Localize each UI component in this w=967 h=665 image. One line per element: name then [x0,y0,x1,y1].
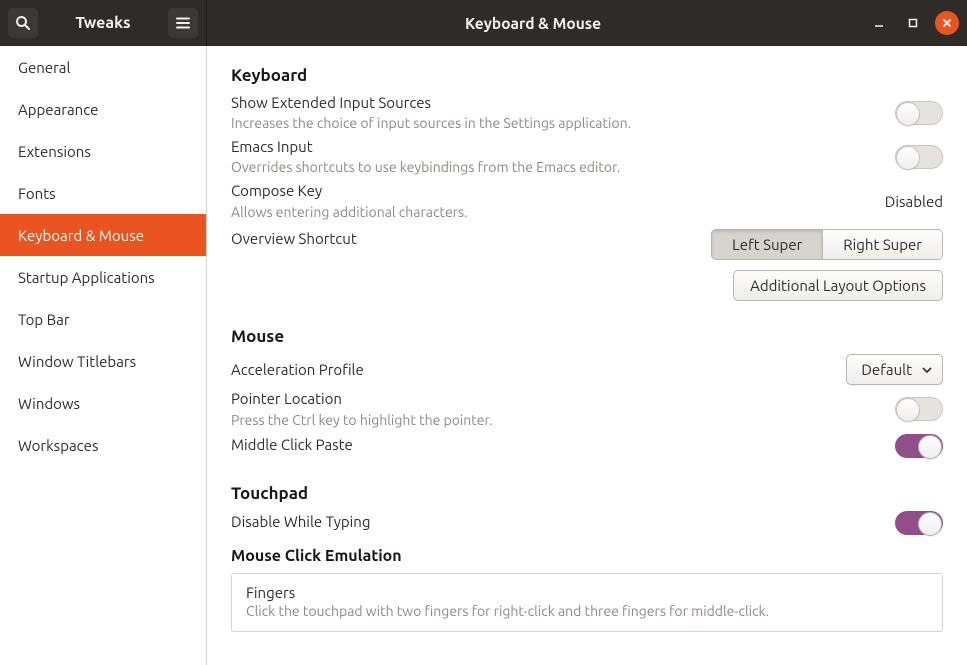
sidebar-item-fonts[interactable]: Fonts [0,172,206,214]
search-icon [15,15,31,31]
search-button[interactable] [8,8,38,38]
sidebar-item-label: Window Titlebars [18,353,136,370]
sidebar-item-startup-applications[interactable]: Startup Applications [0,256,206,298]
sidebar-item-general[interactable]: General [0,46,206,88]
sidebar-item-label: Appearance [18,101,98,118]
titlebar-left: Tweaks [0,0,207,46]
sidebar-item-label: Keyboard & Mouse [18,227,144,244]
additional-layout-options-button[interactable]: Additional Layout Options [733,270,943,301]
disable-while-typing-label: Disable While Typing [231,512,879,532]
app-title: Tweaks [46,14,160,32]
maximize-icon [907,17,919,29]
sidebar-item-extensions[interactable]: Extensions [0,130,206,172]
emulation-fingers-desc: Click the touchpad with two fingers for … [246,603,928,619]
extended-sources-desc: Increases the choice of input sources in… [231,114,879,133]
acceleration-profile-select[interactable]: Default [846,354,943,385]
sidebar-item-top-bar[interactable]: Top Bar [0,298,206,340]
hamburger-icon [176,17,190,29]
sidebar-item-label: Startup Applications [18,269,155,286]
mouse-click-emulation-heading: Mouse Click Emulation [231,547,943,565]
emacs-input-toggle[interactable] [895,145,943,169]
acceleration-profile-label: Acceleration Profile [231,360,830,380]
compose-key-desc: Allows entering additional characters. [231,203,869,222]
compose-key-value: Disabled [885,193,943,210]
extended-sources-toggle[interactable] [895,101,943,125]
pointer-location-label: Pointer Location [231,389,879,409]
disable-while-typing-toggle[interactable] [895,511,943,535]
chevron-down-icon [922,367,932,373]
mouse-click-emulation-box: Fingers Click the touchpad with two fing… [231,573,943,632]
sidebar-item-keyboard-mouse[interactable]: Keyboard & Mouse [0,214,206,256]
emacs-input-desc: Overrides shortcuts to use keybindings f… [231,158,879,177]
acceleration-profile-value: Default [861,361,912,378]
compose-key-label: Compose Key [231,181,869,201]
sidebar-item-label: General [18,59,70,76]
pointer-location-desc: Press the Ctrl key to highlight the poin… [231,411,879,430]
middle-click-paste-label: Middle Click Paste [231,435,879,455]
menu-button[interactable] [168,8,198,38]
minimize-button[interactable] [867,11,891,35]
emulation-fingers-label: Fingers [246,584,928,601]
overview-shortcut-label: Overview Shortcut [231,229,695,249]
minimize-icon [873,17,885,29]
sidebar-item-label: Fonts [18,185,56,202]
emacs-input-label: Emacs Input [231,137,879,157]
pointer-location-toggle[interactable] [895,397,943,421]
content: Keyboard Show Extended Input Sources Inc… [207,46,967,665]
touchpad-heading: Touchpad [231,484,943,503]
keyboard-heading: Keyboard [231,66,943,85]
sidebar-item-window-titlebars[interactable]: Window Titlebars [0,340,206,382]
close-icon [941,17,953,29]
sidebar-item-label: Extensions [18,143,91,160]
overview-left-super-button[interactable]: Left Super [712,230,822,259]
overview-right-super-button[interactable]: Right Super [822,230,942,259]
mouse-heading: Mouse [231,327,943,346]
titlebar-right [859,0,967,46]
sidebar-item-workspaces[interactable]: Workspaces [0,424,206,466]
sidebar: General Appearance Extensions Fonts Keyb… [0,46,207,665]
sidebar-item-appearance[interactable]: Appearance [0,88,206,130]
maximize-button[interactable] [901,11,925,35]
overview-shortcut-segmented: Left Super Right Super [711,229,943,260]
sidebar-item-label: Top Bar [18,311,70,328]
sidebar-item-windows[interactable]: Windows [0,382,206,424]
close-button[interactable] [935,11,959,35]
titlebar: Tweaks Keyboard & Mouse [0,0,967,46]
sidebar-item-label: Windows [18,395,80,412]
sidebar-item-label: Workspaces [18,437,98,454]
page-title: Keyboard & Mouse [465,15,601,32]
extended-sources-label: Show Extended Input Sources [231,93,879,113]
middle-click-paste-toggle[interactable] [895,434,943,458]
titlebar-center: Keyboard & Mouse [207,0,859,46]
